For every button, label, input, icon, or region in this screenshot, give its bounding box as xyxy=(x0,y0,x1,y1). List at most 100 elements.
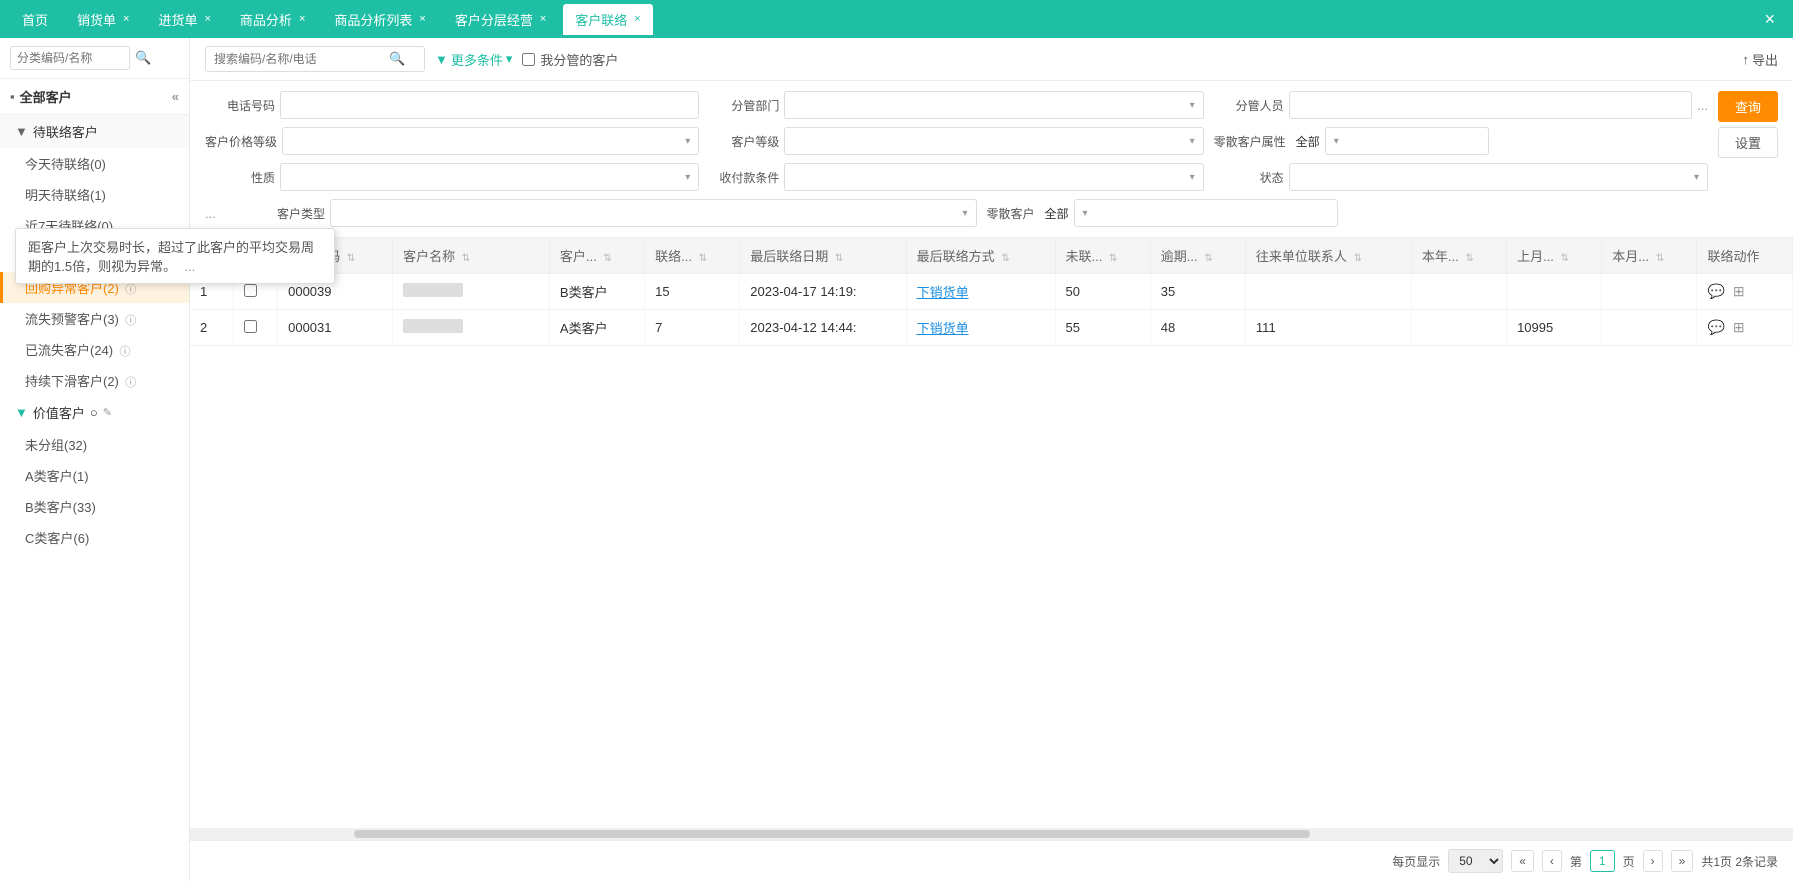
customer-level-select[interactable]: ▾ xyxy=(784,127,1203,155)
sidebar-group-waiting[interactable]: ▼ 待联络客户 xyxy=(0,115,189,148)
sidebar-item-class-a[interactable]: A类客户(1) xyxy=(0,460,189,491)
nav-item-sales[interactable]: 销货单 × xyxy=(65,4,141,35)
window-close-button[interactable]: × xyxy=(1756,5,1783,34)
nav-item-customer-segment[interactable]: 客户分层经营 × xyxy=(443,4,558,35)
next-page-button[interactable]: › xyxy=(1643,850,1663,872)
col-type-sort[interactable]: ⇅ xyxy=(603,253,611,264)
sidebar-search-icon[interactable]: 🔍 xyxy=(135,50,151,66)
nav-close-customer-contact[interactable]: × xyxy=(634,13,640,25)
row2-contact-method-link[interactable]: 下销货单 xyxy=(917,321,969,336)
retail-select[interactable]: ▾ xyxy=(1074,199,1339,227)
export-button[interactable]: ↑ 导出 xyxy=(1742,50,1778,69)
nav-close-purchase[interactable]: × xyxy=(204,13,210,25)
row2-type: A类客户 xyxy=(549,310,644,346)
main-search-icon[interactable]: 🔍 xyxy=(389,51,405,67)
value-group-edit-icon[interactable]: ✎ xyxy=(103,406,112,419)
status-select[interactable]: ▾ xyxy=(1289,163,1708,191)
more-conditions-label: 更多条件 xyxy=(451,50,503,69)
row4-dots[interactable]: ... xyxy=(205,206,216,221)
row1-checkbox[interactable] xyxy=(244,284,257,297)
customer-type-select[interactable]: ▾ xyxy=(330,199,977,227)
prev-page-button[interactable]: ‹ xyxy=(1542,850,1562,872)
query-button[interactable]: 查询 xyxy=(1718,91,1778,122)
my-customer-checkbox[interactable] xyxy=(522,53,535,66)
last-page-button[interactable]: » xyxy=(1671,850,1694,872)
col-contact-sort[interactable]: ⇅ xyxy=(699,253,707,264)
sidebar-item-class-b[interactable]: B类客户(33) xyxy=(0,491,189,522)
row1-type: B类客户 xyxy=(549,274,644,310)
sidebar-item-declining[interactable]: 持续下滑客户(2) ⓘ xyxy=(0,365,189,396)
main-search-input[interactable] xyxy=(214,52,384,66)
row1-chat-icon[interactable]: 💬 xyxy=(1707,283,1724,300)
col-last-contact-date-label: 最后联络日期 xyxy=(750,249,828,264)
sidebar-search-input[interactable] xyxy=(10,46,130,70)
person-select[interactable] xyxy=(1289,91,1692,119)
customer-level-arrow: ▾ xyxy=(1190,136,1195,147)
row1-grid-icon[interactable]: ⊞ xyxy=(1733,283,1745,300)
payment-terms-select[interactable]: ▾ xyxy=(784,163,1203,191)
nav-item-home[interactable]: 首页 xyxy=(10,4,60,35)
sidebar-item-today[interactable]: 今天待联络(0) xyxy=(0,148,189,179)
nav-label-customer-segment: 客户分层经营 xyxy=(455,10,533,29)
col-name-sort[interactable]: ⇅ xyxy=(462,253,470,264)
col-contacts-sort[interactable]: ⇅ xyxy=(1354,253,1362,264)
sidebar-item-churn-warning[interactable]: 流失预警客户(3) ⓘ xyxy=(0,303,189,334)
filter-cell-gender: 性质 ▾ xyxy=(205,163,699,191)
sidebar-item-class-c[interactable]: C类客户(6) xyxy=(0,522,189,553)
col-this-month-sort[interactable]: ⇅ xyxy=(1656,253,1664,264)
per-page-select[interactable]: 50 20 100 xyxy=(1448,849,1503,873)
sidebar-value-customers-group[interactable]: ▼ 价值客户 ○ ✎ xyxy=(0,396,189,429)
col-this-year-sort[interactable]: ⇅ xyxy=(1465,253,1473,264)
retail-attr-select[interactable]: ▾ xyxy=(1325,127,1489,155)
sidebar-item-tomorrow[interactable]: 明天待联络(1) xyxy=(0,179,189,210)
dept-select[interactable]: ▾ xyxy=(784,91,1203,119)
horizontal-scrollbar[interactable] xyxy=(190,828,1793,840)
nav-close-analysis[interactable]: × xyxy=(299,13,305,25)
row2-checkbox-cell[interactable] xyxy=(233,310,277,346)
first-page-button[interactable]: « xyxy=(1511,850,1534,872)
sidebar-collapse-button[interactable]: « xyxy=(172,89,179,104)
row2-grid-icon[interactable]: ⊞ xyxy=(1733,319,1745,336)
row1-this-year xyxy=(1411,274,1506,310)
table-area: ⚙ 客户编码 ⇅ 客户名称 ⇅ xyxy=(190,238,1793,828)
col-unread-sort[interactable]: ⇅ xyxy=(1109,253,1117,264)
person-dots[interactable]: ... xyxy=(1697,98,1708,113)
row2-last-contact-method[interactable]: 下销货单 xyxy=(906,310,1055,346)
row1-unread: 50 xyxy=(1055,274,1150,310)
row2-checkbox[interactable] xyxy=(244,320,257,333)
sidebar-item-churned[interactable]: 已流失客户(24) ⓘ xyxy=(0,334,189,365)
price-level-select[interactable]: ▾ xyxy=(282,127,699,155)
col-this-year-label: 本年... xyxy=(1422,249,1459,264)
col-overdue-sort[interactable]: ⇅ xyxy=(1204,253,1212,264)
export-label: 导出 xyxy=(1752,50,1778,69)
row1-contact-method-link[interactable]: 下销货单 xyxy=(917,285,969,300)
nav-item-analysis-list[interactable]: 商品分析列表 × xyxy=(322,4,437,35)
gender-select[interactable]: ▾ xyxy=(280,163,699,191)
nav-close-analysis-list[interactable]: × xyxy=(419,13,425,25)
col-last-contact-date-sort[interactable]: ⇅ xyxy=(835,253,843,264)
row2-chat-icon[interactable]: 💬 xyxy=(1707,319,1724,336)
col-last-month-sort[interactable]: ⇅ xyxy=(1561,253,1569,264)
page-unit: 页 xyxy=(1623,853,1635,870)
filter-cell-payment-terms: 收付款条件 ▾ xyxy=(709,163,1203,191)
sidebar-item-ungrouped[interactable]: 未分组(32) xyxy=(0,429,189,460)
nav-close-sales[interactable]: × xyxy=(123,13,129,25)
phone-input[interactable] xyxy=(280,91,699,119)
nav-item-purchase[interactable]: 进货单 × xyxy=(146,4,222,35)
sidebar-all-customers[interactable]: ▪ 全部客户 « xyxy=(0,79,189,115)
retail-value: 全部 xyxy=(1045,205,1069,222)
col-last-contact-method-sort[interactable]: ⇅ xyxy=(1001,253,1009,264)
settings-button[interactable]: 设置 xyxy=(1718,127,1778,158)
nav-close-customer-segment[interactable]: × xyxy=(540,13,546,25)
row1-last-contact-date: 2023-04-17 14:19: xyxy=(740,274,906,310)
scrollbar-thumb[interactable] xyxy=(354,830,1310,838)
th-this-year: 本年... ⇅ xyxy=(1411,238,1506,274)
more-conditions-toggle[interactable]: ▼ 更多条件 ▾ xyxy=(435,50,512,69)
th-name: 客户名称 ⇅ xyxy=(393,238,550,274)
nav-item-customer-contact[interactable]: 客户联络 × xyxy=(563,4,652,35)
row1-last-contact-method[interactable]: 下销货单 xyxy=(906,274,1055,310)
nav-item-analysis[interactable]: 商品分析 × xyxy=(228,4,317,35)
col-code-sort[interactable]: ⇅ xyxy=(347,253,355,264)
filter-row-4: ... 客户类型 ▾ 零散客户 全部 xyxy=(205,199,1708,227)
row1-action-cell: 💬 ⊞ xyxy=(1697,274,1793,310)
